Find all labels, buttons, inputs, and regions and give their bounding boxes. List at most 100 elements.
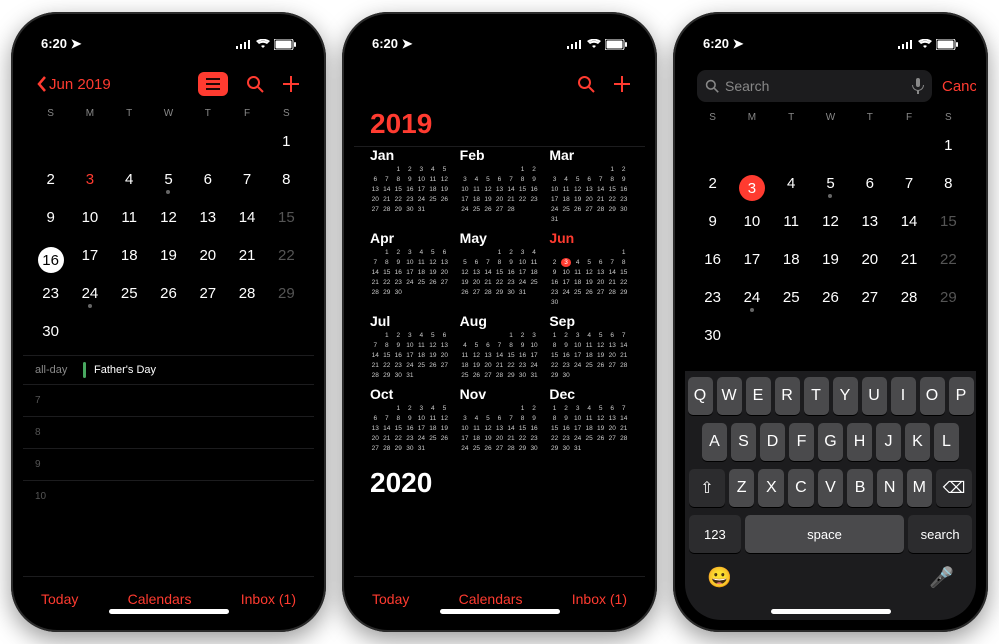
- search-key[interactable]: search: [908, 515, 972, 553]
- day-cell[interactable]: 4: [110, 165, 149, 203]
- shift-key[interactable]: ⇧: [689, 469, 725, 507]
- calendars-button[interactable]: Calendars: [128, 591, 192, 607]
- key-x[interactable]: X: [758, 469, 784, 507]
- home-indicator[interactable]: [109, 609, 229, 614]
- day-cell[interactable]: 15: [267, 203, 306, 241]
- key-i[interactable]: I: [891, 377, 916, 415]
- mini-month[interactable]: Jan1234567891011121314151617181920212223…: [370, 147, 450, 224]
- calendars-button[interactable]: Calendars: [459, 591, 523, 607]
- day-cell[interactable]: 1: [929, 131, 968, 169]
- day-cell[interactable]: 18: [772, 245, 811, 283]
- day-cell[interactable]: 8: [929, 169, 968, 207]
- day-cell[interactable]: 30: [31, 317, 70, 355]
- key-z[interactable]: Z: [729, 469, 755, 507]
- key-b[interactable]: B: [847, 469, 873, 507]
- key-e[interactable]: E: [746, 377, 771, 415]
- month-grid[interactable]: 1234567891011121314151617181920212223242…: [23, 127, 314, 355]
- day-cell[interactable]: 29: [267, 279, 306, 317]
- today-button[interactable]: Today: [41, 591, 78, 607]
- key-h[interactable]: H: [847, 423, 872, 461]
- day-cell[interactable]: 26: [811, 283, 850, 321]
- day-cell[interactable]: 16: [31, 241, 70, 279]
- day-cell[interactable]: 12: [811, 207, 850, 245]
- day-cell[interactable]: 13: [850, 207, 889, 245]
- inbox-button[interactable]: Inbox (1): [572, 591, 627, 607]
- inbox-button[interactable]: Inbox (1): [241, 591, 296, 607]
- day-cell[interactable]: 23: [693, 283, 732, 321]
- day-cell[interactable]: 27: [850, 283, 889, 321]
- key-a[interactable]: A: [702, 423, 727, 461]
- emoji-button[interactable]: 😀: [707, 565, 732, 590]
- mini-month[interactable]: Apr1234567891011121314151617181920212223…: [370, 230, 450, 307]
- add-button[interactable]: [613, 75, 631, 93]
- mini-month[interactable]: Aug1234567891011121314151617181920212223…: [460, 313, 540, 380]
- day-cell[interactable]: 2: [31, 165, 70, 203]
- day-cell[interactable]: 29: [929, 283, 968, 321]
- hour-row[interactable]: 9: [23, 448, 314, 480]
- hour-row[interactable]: 10: [23, 480, 314, 512]
- day-cell[interactable]: 20: [188, 241, 227, 279]
- day-cell[interactable]: 17: [70, 241, 109, 279]
- mini-month[interactable]: Dec1234567891011121314151617181920212223…: [549, 386, 629, 453]
- backspace-key[interactable]: ⌫: [936, 469, 972, 507]
- day-cell[interactable]: 16: [693, 245, 732, 283]
- home-indicator[interactable]: [440, 609, 560, 614]
- day-cell[interactable]: 27: [188, 279, 227, 317]
- day-cell[interactable]: 5: [811, 169, 850, 207]
- search-input[interactable]: [725, 78, 906, 94]
- day-cell[interactable]: 21: [889, 245, 928, 283]
- day-cell[interactable]: 22: [929, 245, 968, 283]
- mini-month[interactable]: Nov1234567891011121314151617181920212223…: [460, 386, 540, 453]
- mini-month[interactable]: Jun1234567891011121314151617181920212223…: [549, 230, 629, 307]
- day-cell[interactable]: 19: [811, 245, 850, 283]
- day-cell[interactable]: 6: [850, 169, 889, 207]
- day-cell[interactable]: 28: [227, 279, 266, 317]
- day-cell[interactable]: 7: [889, 169, 928, 207]
- day-cell[interactable]: 26: [149, 279, 188, 317]
- key-f[interactable]: F: [789, 423, 814, 461]
- key-k[interactable]: K: [905, 423, 930, 461]
- day-cell[interactable]: 18: [110, 241, 149, 279]
- key-o[interactable]: O: [920, 377, 945, 415]
- key-u[interactable]: U: [862, 377, 887, 415]
- event-row[interactable]: all-day Father's Day: [23, 355, 314, 384]
- dictation-button[interactable]: 🎤: [929, 565, 954, 590]
- day-cell[interactable]: 10: [70, 203, 109, 241]
- day-cell[interactable]: 1: [267, 127, 306, 165]
- mini-month[interactable]: Sep1234567891011121314151617181920212223…: [549, 313, 629, 380]
- key-n[interactable]: N: [877, 469, 903, 507]
- day-cell[interactable]: 9: [693, 207, 732, 245]
- key-g[interactable]: G: [818, 423, 843, 461]
- key-q[interactable]: Q: [688, 377, 713, 415]
- month-grid[interactable]: 1234567891011121314151617181920212223242…: [685, 131, 976, 359]
- day-cell[interactable]: 24: [732, 283, 771, 321]
- day-cell[interactable]: 25: [772, 283, 811, 321]
- day-cell[interactable]: 11: [110, 203, 149, 241]
- space-key[interactable]: space: [745, 515, 904, 553]
- mini-month[interactable]: Jul1234567891011121314151617181920212223…: [370, 313, 450, 380]
- mini-month[interactable]: Feb1234567891011121314151617181920212223…: [460, 147, 540, 224]
- key-p[interactable]: P: [949, 377, 974, 415]
- day-cell[interactable]: 8: [267, 165, 306, 203]
- key-y[interactable]: Y: [833, 377, 858, 415]
- numbers-key[interactable]: 123: [689, 515, 741, 553]
- mini-month[interactable]: Oct1234567891011121314151617181920212223…: [370, 386, 450, 453]
- key-w[interactable]: W: [717, 377, 742, 415]
- day-cell[interactable]: 10: [732, 207, 771, 245]
- key-d[interactable]: D: [760, 423, 785, 461]
- day-cell[interactable]: 12: [149, 203, 188, 241]
- day-cell[interactable]: 28: [889, 283, 928, 321]
- key-l[interactable]: L: [934, 423, 959, 461]
- key-v[interactable]: V: [818, 469, 844, 507]
- day-cell[interactable]: 21: [227, 241, 266, 279]
- add-button[interactable]: [282, 75, 300, 93]
- key-s[interactable]: S: [731, 423, 756, 461]
- day-cell[interactable]: 24: [70, 279, 109, 317]
- day-cell[interactable]: 30: [693, 321, 732, 359]
- day-cell[interactable]: 22: [267, 241, 306, 279]
- key-t[interactable]: T: [804, 377, 829, 415]
- day-cell[interactable]: 15: [929, 207, 968, 245]
- search-button[interactable]: [246, 75, 264, 93]
- year-title[interactable]: 2019: [354, 104, 645, 146]
- today-button[interactable]: Today: [372, 591, 409, 607]
